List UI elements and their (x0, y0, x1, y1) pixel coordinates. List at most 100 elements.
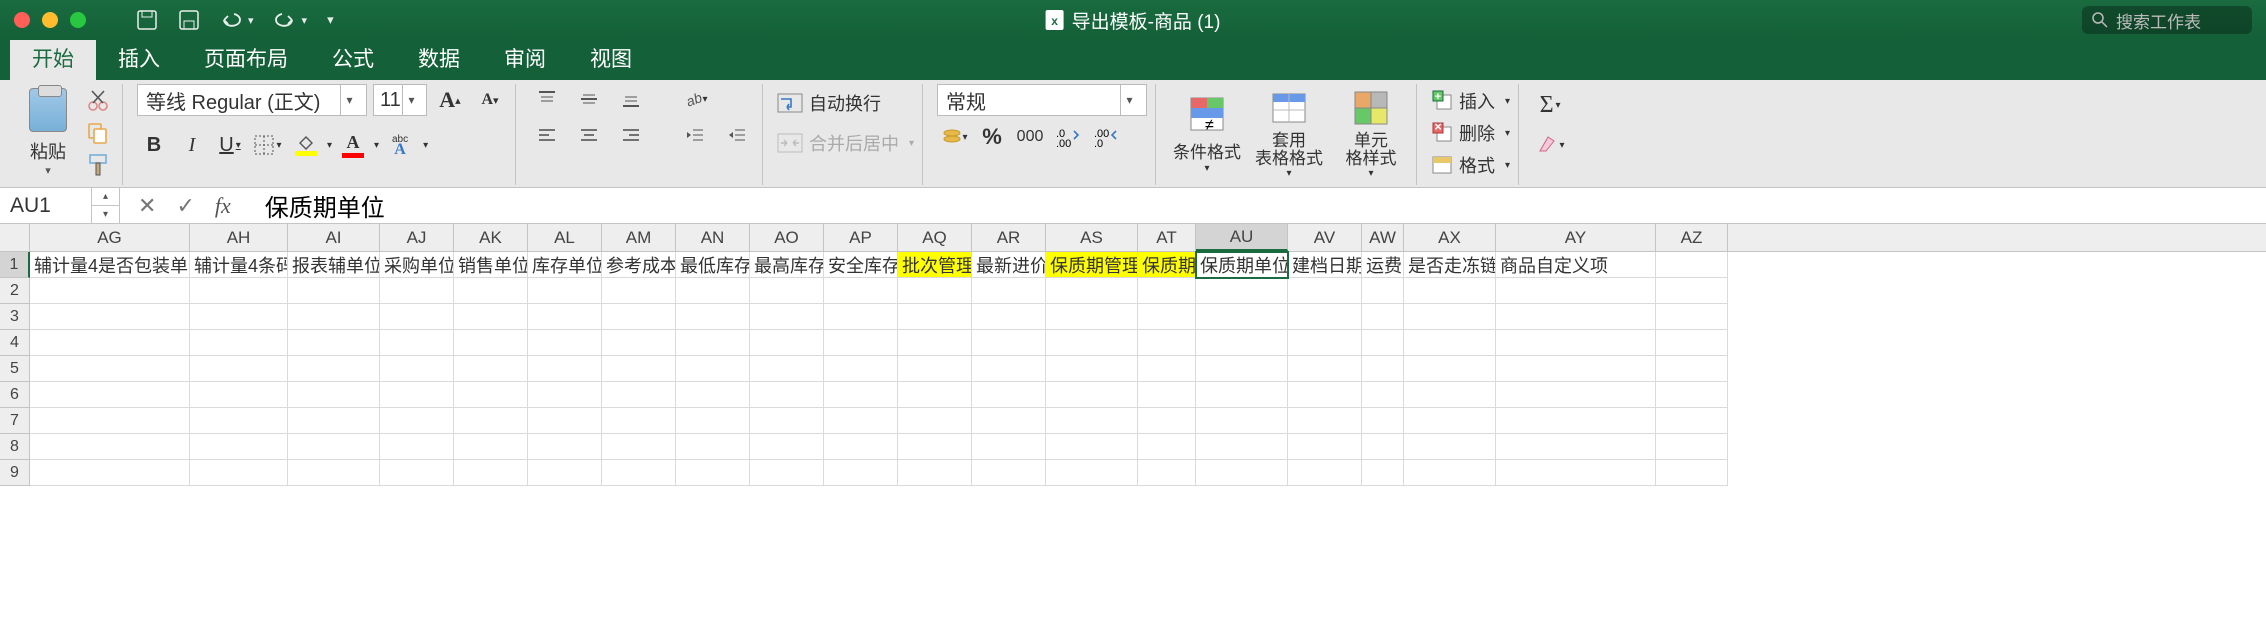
cell-AI8[interactable] (288, 434, 380, 460)
cell-AJ5[interactable] (380, 356, 454, 382)
name-box-stepper[interactable]: ▴▾ (92, 188, 120, 223)
cell-AW7[interactable] (1362, 408, 1404, 434)
cell-AX9[interactable] (1404, 460, 1496, 486)
tab-开始[interactable]: 开始 (10, 36, 96, 80)
cell-AN1[interactable]: 最低库存 (676, 252, 750, 278)
cell-AG8[interactable] (30, 434, 190, 460)
cell-AJ1[interactable]: 采购单位 (380, 252, 454, 278)
column-header-AT[interactable]: AT (1138, 224, 1196, 251)
cell-AY4[interactable] (1496, 330, 1656, 356)
cell-AI9[interactable] (288, 460, 380, 486)
cell-AT6[interactable] (1138, 382, 1196, 408)
font-color-button[interactable]: A (336, 130, 370, 160)
row-header-5[interactable]: 5 (0, 356, 30, 382)
column-header-AS[interactable]: AS (1046, 224, 1138, 251)
align-middle-button[interactable] (572, 84, 606, 114)
row-header-6[interactable]: 6 (0, 382, 30, 408)
cell-AU9[interactable] (1196, 460, 1288, 486)
tab-视图[interactable]: 视图 (568, 36, 654, 80)
cell-AW6[interactable] (1362, 382, 1404, 408)
cell-AT2[interactable] (1138, 278, 1196, 304)
column-header-AQ[interactable]: AQ (898, 224, 972, 251)
cell-AN5[interactable] (676, 356, 750, 382)
increase-font-button[interactable]: A▴ (433, 85, 467, 115)
cut-button[interactable] (86, 89, 114, 113)
tab-公式[interactable]: 公式 (310, 36, 396, 80)
cell-AY7[interactable] (1496, 408, 1656, 434)
cell-AI3[interactable] (288, 304, 380, 330)
cell-AW2[interactable] (1362, 278, 1404, 304)
cell-AQ8[interactable] (898, 434, 972, 460)
cell-AS2[interactable] (1046, 278, 1138, 304)
align-right-button[interactable] (614, 120, 648, 150)
tab-插入[interactable]: 插入 (96, 36, 182, 80)
cell-AZ1[interactable] (1656, 252, 1728, 278)
cell-AM4[interactable] (602, 330, 676, 356)
minimize-window[interactable] (42, 12, 58, 28)
cell-AX7[interactable] (1404, 408, 1496, 434)
cell-AU5[interactable] (1196, 356, 1288, 382)
decrease-font-button[interactable]: A▾ (473, 85, 507, 115)
cell-AL6[interactable] (528, 382, 602, 408)
cell-AS8[interactable] (1046, 434, 1138, 460)
cell-AM8[interactable] (602, 434, 676, 460)
cell-AS6[interactable] (1046, 382, 1138, 408)
cell-AI1[interactable]: 报表辅单位 (288, 252, 380, 278)
decrease-decimal-button[interactable]: .00.0 (1089, 122, 1123, 152)
cell-AL1[interactable]: 库存单位 (528, 252, 602, 278)
cell-AU2[interactable] (1196, 278, 1288, 304)
cell-AM5[interactable] (602, 356, 676, 382)
cell-AR8[interactable] (972, 434, 1046, 460)
cell-AR5[interactable] (972, 356, 1046, 382)
cell-AQ1[interactable]: 批次管理 (898, 252, 972, 278)
cell-AS9[interactable] (1046, 460, 1138, 486)
search-sheet-input[interactable]: 搜索工作表 (2082, 6, 2252, 34)
italic-button[interactable]: I (175, 130, 209, 160)
select-all-triangle[interactable] (0, 224, 30, 251)
column-header-AZ[interactable]: AZ (1656, 224, 1728, 251)
cell-AW3[interactable] (1362, 304, 1404, 330)
cell-AO5[interactable] (750, 356, 824, 382)
wrap-text-button[interactable]: 自动换行 (777, 90, 881, 116)
save-button[interactable] (178, 9, 200, 31)
cell-AO8[interactable] (750, 434, 824, 460)
currency-button[interactable]: ▾ (937, 122, 971, 152)
cell-AH5[interactable] (190, 356, 288, 382)
cell-AP5[interactable] (824, 356, 898, 382)
borders-button[interactable]: ▾ (251, 130, 285, 160)
cell-AO4[interactable] (750, 330, 824, 356)
cell-AL3[interactable] (528, 304, 602, 330)
cell-AI5[interactable] (288, 356, 380, 382)
cell-AP4[interactable] (824, 330, 898, 356)
column-header-AV[interactable]: AV (1288, 224, 1362, 251)
cell-AU7[interactable] (1196, 408, 1288, 434)
cell-AY2[interactable] (1496, 278, 1656, 304)
cell-AJ4[interactable] (380, 330, 454, 356)
cell-AU1[interactable]: 保质期单位 (1196, 252, 1288, 278)
cell-AY1[interactable]: 商品自定义项 (1496, 252, 1656, 278)
cell-AO2[interactable] (750, 278, 824, 304)
close-window[interactable] (14, 12, 30, 28)
cell-AT4[interactable] (1138, 330, 1196, 356)
cell-AX5[interactable] (1404, 356, 1496, 382)
column-header-AM[interactable]: AM (602, 224, 676, 251)
cell-AJ9[interactable] (380, 460, 454, 486)
accept-formula-button[interactable]: ✓ (176, 193, 194, 219)
cell-AP6[interactable] (824, 382, 898, 408)
redo-button[interactable]: ▾ (274, 12, 308, 28)
tab-数据[interactable]: 数据 (396, 36, 482, 80)
column-header-AK[interactable]: AK (454, 224, 528, 251)
cell-AV2[interactable] (1288, 278, 1362, 304)
cell-AI2[interactable] (288, 278, 380, 304)
orientation-button[interactable]: ab▾ (678, 84, 712, 114)
cell-AV9[interactable] (1288, 460, 1362, 486)
percent-button[interactable]: % (975, 122, 1009, 152)
cell-AT9[interactable] (1138, 460, 1196, 486)
cell-AG6[interactable] (30, 382, 190, 408)
cell-AT1[interactable]: 保质期 (1138, 252, 1196, 278)
cell-AN8[interactable] (676, 434, 750, 460)
cell-AM3[interactable] (602, 304, 676, 330)
formula-input[interactable]: 保质期单位 (249, 188, 385, 223)
copy-button[interactable] (86, 121, 114, 145)
cell-AQ4[interactable] (898, 330, 972, 356)
